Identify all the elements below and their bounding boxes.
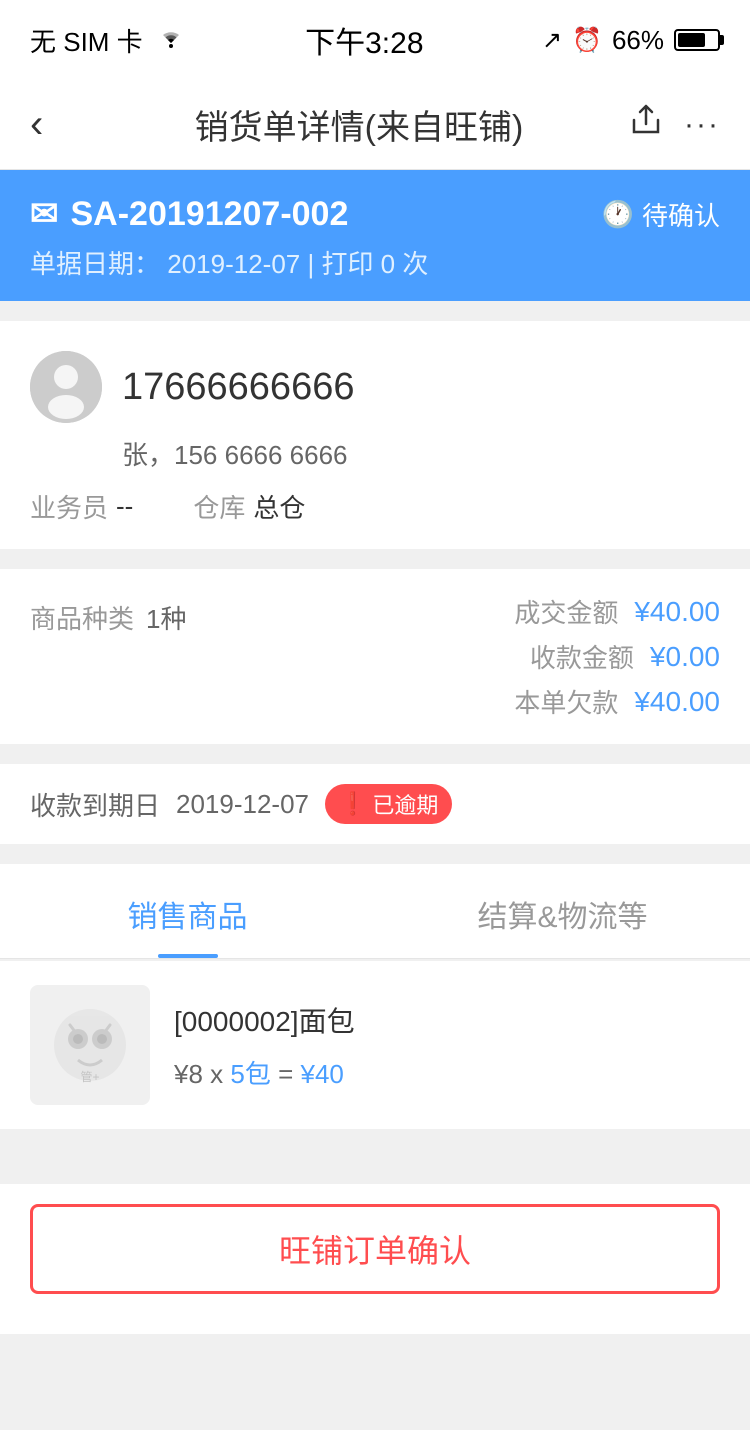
tab-products[interactable]: 销售商品 [0, 864, 375, 958]
owed-value: ¥40.00 [634, 686, 720, 718]
bottom-bar: 旺铺订单确认 [0, 1184, 750, 1334]
product-total: ¥40 [301, 1059, 344, 1089]
carrier-text: 无 SIM 卡 [30, 22, 143, 59]
status-right: ↗ ⏰ 66% [542, 25, 720, 56]
battery-icon [674, 29, 720, 51]
stats-row-owed: 本单欠款 ¥40.00 [514, 683, 720, 720]
sales-label: 业务员 [30, 488, 108, 525]
due-date: 2019-12-07 [176, 789, 309, 820]
nav-actions: ··· [628, 102, 720, 147]
warehouse-value: 总仓 [253, 488, 305, 525]
overdue-text: 已逾期 [372, 788, 438, 820]
due-section: 收款到期日 2019-12-07 ❗ 已逾期 [0, 764, 750, 844]
customer-name: 张，156 6666 6666 [30, 435, 720, 472]
customer-section: 17666666666 张，156 6666 6666 业务员 -- 仓库 总仓 [0, 321, 750, 549]
stats-section: 商品种类 1种 成交金额 ¥40.00 收款金额 ¥0.00 本单欠款 ¥40.… [0, 569, 750, 744]
location-icon: ↗ [542, 26, 562, 55]
battery-percent: 66% [612, 25, 664, 56]
overdue-badge: ❗ 已逾期 [325, 784, 452, 824]
multiply-sign: x [210, 1059, 230, 1089]
received-label: 收款金额 [530, 638, 634, 675]
wifi-icon [155, 25, 187, 56]
clock-icon: 🕐 [602, 199, 634, 230]
customer-meta: 业务员 -- 仓库 总仓 [30, 488, 720, 525]
status-bar: 无 SIM 卡 下午3:28 ↗ ⏰ 66% [0, 0, 750, 80]
equals-sign: = [278, 1059, 300, 1089]
tab-settlement[interactable]: 结算&物流等 [375, 864, 750, 958]
customer-phone: 17666666666 [122, 366, 354, 409]
order-status: 🕐 待确认 [602, 196, 720, 233]
customer-avatar [30, 351, 102, 423]
stats-left: 商品种类 1种 [30, 593, 514, 636]
order-icon: ✉ [30, 194, 59, 234]
product-section: 管+ [0000002]面包 ¥8 x 5包 = ¥40 [0, 961, 750, 1130]
share-icon[interactable] [628, 102, 664, 147]
alarm-icon: ⏰ [572, 26, 602, 55]
category-value: 1种 [146, 599, 186, 636]
confirm-order-button[interactable]: 旺铺订单确认 [30, 1204, 720, 1294]
owed-label: 本单欠款 [514, 683, 618, 720]
status-time: 下午3:28 [305, 18, 423, 62]
product-item: 管+ [0000002]面包 ¥8 x 5包 = ¥40 [0, 961, 750, 1130]
sales-value: -- [116, 491, 133, 522]
stats-right: 成交金额 ¥40.00 收款金额 ¥0.00 本单欠款 ¥40.00 [514, 593, 720, 720]
received-value: ¥0.00 [650, 641, 720, 673]
product-name: [0000002]面包 [174, 1000, 720, 1040]
more-icon[interactable]: ··· [684, 108, 720, 142]
warehouse-label: 仓库 [193, 488, 245, 525]
category-label: 商品种类 [30, 599, 134, 636]
stats-row-received: 收款金额 ¥0.00 [530, 638, 720, 675]
stats-row-deal: 成交金额 ¥40.00 [514, 593, 720, 630]
deal-value: ¥40.00 [634, 596, 720, 628]
nav-bar: ‹ 销货单详情(来自旺铺) ··· [0, 80, 750, 170]
price-value: ¥8 [174, 1059, 203, 1089]
svg-text:管+: 管+ [80, 1069, 99, 1084]
back-button[interactable]: ‹ [30, 102, 90, 147]
page-title: 销货单详情(来自旺铺) [195, 100, 524, 149]
tabs-section: 销售商品 结算&物流等 [0, 864, 750, 959]
overdue-icon: ❗ [339, 791, 366, 817]
product-image: 管+ [30, 985, 150, 1105]
product-price: ¥8 x 5包 = ¥40 [174, 1054, 720, 1091]
order-header: ✉ SA-20191207-002 🕐 待确认 单据日期： 2019-12-07… [0, 170, 750, 301]
order-number: ✉ SA-20191207-002 [30, 194, 348, 234]
product-info: [0000002]面包 ¥8 x 5包 = ¥40 [174, 1000, 720, 1091]
deal-label: 成交金额 [514, 593, 618, 630]
product-quantity: 5包 [230, 1059, 270, 1089]
due-label: 收款到期日 [30, 786, 160, 823]
tabs-row: 销售商品 结算&物流等 [0, 864, 750, 958]
status-left: 无 SIM 卡 [30, 22, 187, 59]
order-date: 单据日期： 2019-12-07 | 打印 0 次 [30, 244, 720, 281]
